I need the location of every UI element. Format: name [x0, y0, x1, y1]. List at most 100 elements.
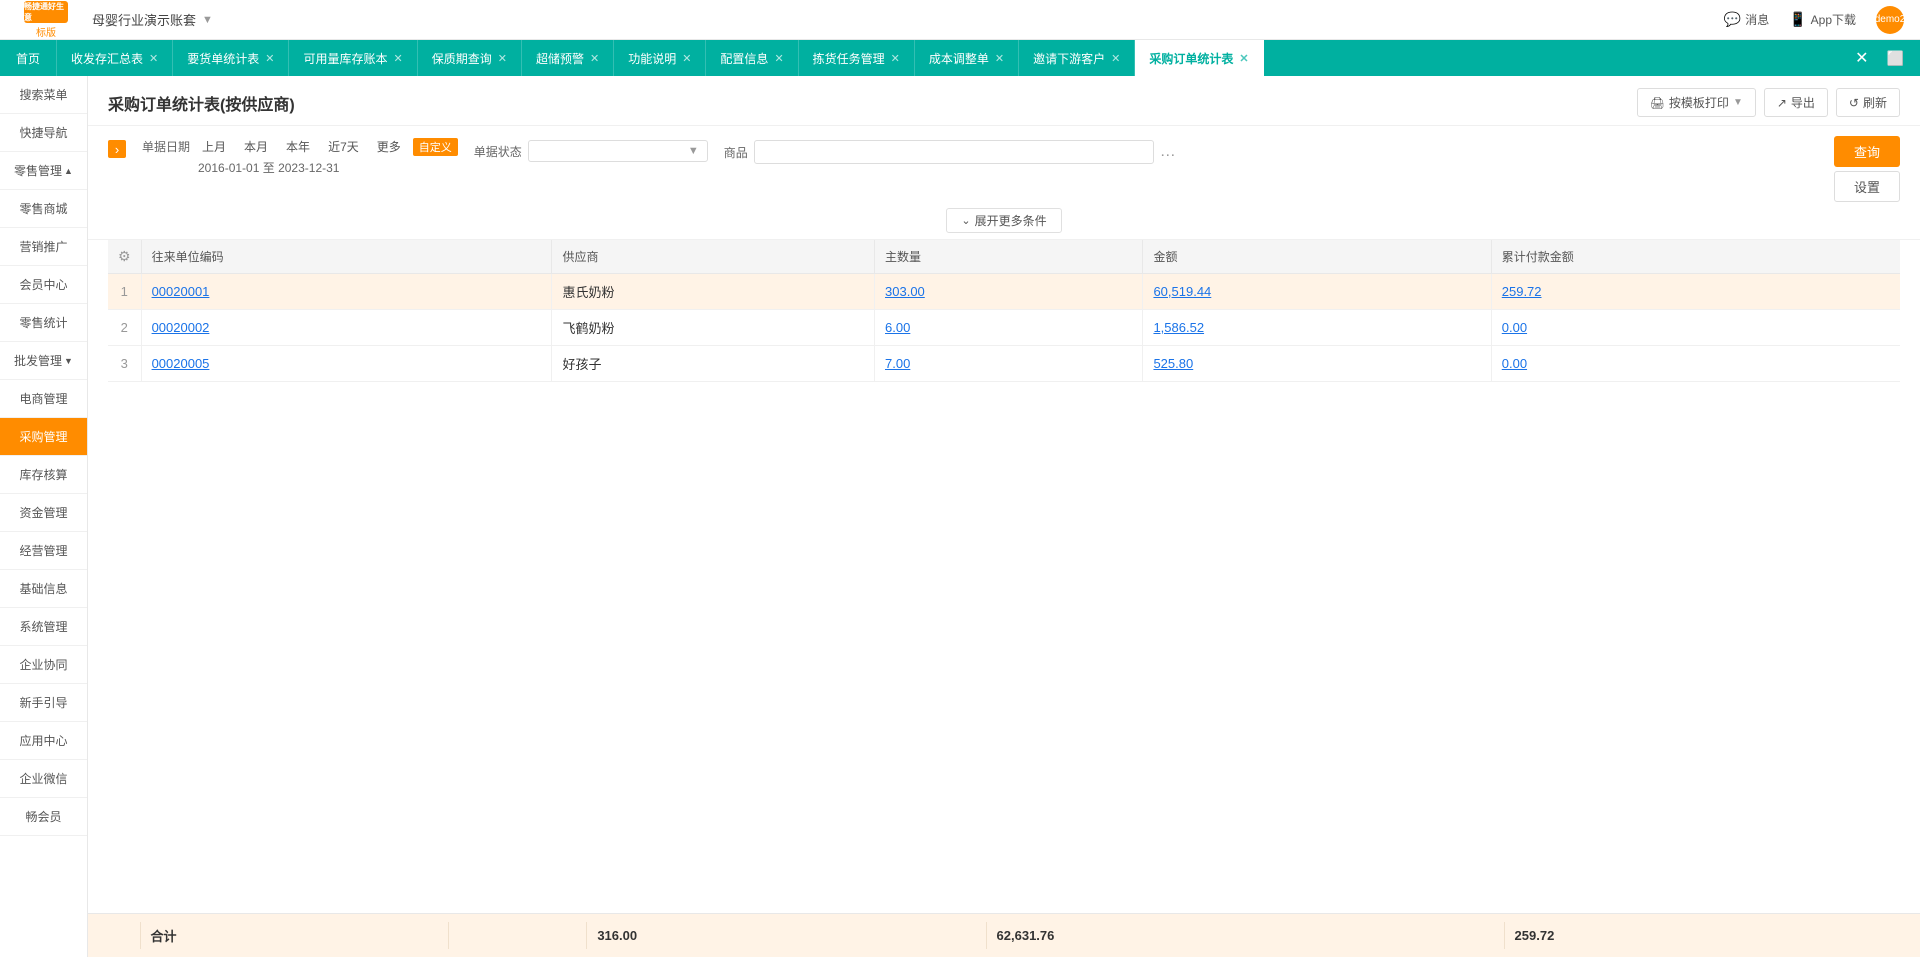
tab-gongneng[interactable]: 功能说明 ✕ — [614, 40, 706, 76]
date-this-year-btn[interactable]: 本年 — [280, 136, 316, 157]
tab-yaohuo[interactable]: 要货单统计表 ✕ — [173, 40, 289, 76]
tab-close-icon[interactable]: ✕ — [394, 52, 403, 65]
tab-caigou-active[interactable]: 采购订单统计表 ✕ — [1135, 40, 1263, 76]
logo-version: 标版 — [36, 24, 56, 39]
refresh-btn[interactable]: ↺ 刷新 — [1836, 88, 1900, 117]
print-btn[interactable]: 🖨 按模板打印 ▼ — [1637, 88, 1756, 117]
sidebar-item-appcenter[interactable]: 应用中心 — [0, 722, 87, 760]
date-filter: 单据日期 上月 本月 本年 近7天 更多 自定义 2016-01-01 至 20… — [142, 136, 458, 176]
sidebar-item-retail-stats[interactable]: 零售统计 — [0, 304, 87, 342]
col-supplier-header: 供应商 — [552, 240, 875, 274]
sidebar-item-search[interactable]: 搜索菜单 — [0, 76, 87, 114]
query-btn[interactable]: 查询 — [1834, 136, 1900, 167]
tab-jianhuo[interactable]: 拣货任务管理 ✕ — [799, 40, 915, 76]
date-last-month-btn[interactable]: 上月 — [196, 136, 232, 157]
tab-close-icon[interactable]: ✕ — [590, 52, 599, 65]
tab-close-icon[interactable]: ✕ — [774, 52, 783, 65]
dropdown-icon: ▼ — [1733, 97, 1743, 108]
settings-icon[interactable]: ⚙ — [118, 248, 131, 264]
date-custom-badge[interactable]: 自定义 — [413, 138, 458, 156]
row-amount[interactable]: 60,519.44 — [1143, 274, 1491, 310]
tab-close-icon[interactable]: ✕ — [1111, 52, 1120, 65]
tab-close-icon[interactable]: ✕ — [498, 52, 507, 65]
sidebar-item-purchase[interactable]: 采购管理 — [0, 418, 87, 456]
col-amount-header: 金额 — [1143, 240, 1491, 274]
sidebar-item-marketing[interactable]: 营销推广 — [0, 228, 87, 266]
message-btn[interactable]: 💬 消息 — [1724, 11, 1769, 28]
sidebar-item-changhui[interactable]: 畅会员 — [0, 798, 87, 836]
sidebar-item-member[interactable]: 会员中心 — [0, 266, 87, 304]
tab-keyongliang[interactable]: 可用量库存账本 ✕ — [289, 40, 417, 76]
org-dropdown-icon: ▼ — [202, 14, 213, 26]
sidebar-item-capital[interactable]: 资金管理 — [0, 494, 87, 532]
filter-toggle-btn[interactable]: › — [108, 140, 126, 158]
row-code[interactable]: 00020002 — [141, 310, 552, 346]
date-7days-btn[interactable]: 近7天 — [322, 136, 365, 157]
sidebar: 搜索菜单 快捷导航 零售管理 ▲ 零售商城 营销推广 会员中心 零售统计 批发管… — [0, 76, 88, 957]
row-amount[interactable]: 1,586.52 — [1143, 310, 1491, 346]
tab-chaochuyujing[interactable]: 超储预警 ✕ — [522, 40, 614, 76]
tab-close-icon[interactable]: ✕ — [265, 52, 274, 65]
row-amount[interactable]: 525.80 — [1143, 346, 1491, 382]
tab-baozhi[interactable]: 保质期查询 ✕ — [418, 40, 522, 76]
row-paid[interactable]: 0.00 — [1491, 310, 1900, 346]
footer-amount: 62,631.76 — [986, 922, 1504, 949]
chevron-right-icon: › — [115, 142, 119, 157]
row-supplier: 飞鹤奶粉 — [552, 310, 875, 346]
sidebar-item-retail-shop[interactable]: 零售商城 — [0, 190, 87, 228]
app-download-label: App下载 — [1811, 11, 1856, 28]
tab-close-icon[interactable]: ✕ — [995, 52, 1004, 65]
sidebar-item-enterprise[interactable]: 企业协同 — [0, 646, 87, 684]
settings-btn[interactable]: 设置 — [1834, 171, 1900, 202]
row-paid[interactable]: 259.72 — [1491, 274, 1900, 310]
row-code[interactable]: 00020001 — [141, 274, 552, 310]
app-download-btn[interactable]: 📱 App下载 — [1789, 11, 1856, 28]
tab-chengben[interactable]: 成本调整单 ✕ — [915, 40, 1019, 76]
export-btn[interactable]: ↗ 导出 — [1764, 88, 1828, 117]
goods-more-icon[interactable]: … — [1160, 143, 1176, 161]
tab-close-icon[interactable]: ✕ — [682, 52, 691, 65]
chevron-down-icon: ⌄ — [961, 214, 970, 227]
sidebar-item-quicknav[interactable]: 快捷导航 — [0, 114, 87, 152]
sidebar-item-wechat[interactable]: 企业微信 — [0, 760, 87, 798]
status-select[interactable]: ▼ — [528, 140, 708, 162]
logo-area: 畅捷通好生意 标版 — [16, 1, 76, 39]
org-selector[interactable]: 母婴行业演示账套 ▼ — [92, 10, 213, 29]
expand-more-btn[interactable]: ⌄ 展开更多条件 — [946, 208, 1061, 233]
footer-label: 合计 — [140, 922, 449, 949]
tab-home[interactable]: 首页 — [0, 40, 57, 76]
goods-input[interactable] — [754, 140, 1154, 164]
sidebar-item-wholesale[interactable]: 批发管理 ▼ — [0, 342, 87, 380]
row-quantity[interactable]: 6.00 — [875, 310, 1143, 346]
user-area[interactable]: demo2 — [1876, 6, 1904, 34]
chevron-up-icon: ▲ — [64, 166, 73, 176]
tab-close-icon[interactable]: ✕ — [891, 52, 900, 65]
tab-close-icon[interactable]: ✕ — [149, 52, 158, 65]
date-more-btn[interactable]: 更多 — [371, 136, 407, 157]
col-code-header: 往来单位编码 — [141, 240, 552, 274]
row-num: 2 — [108, 310, 141, 346]
sidebar-item-operations[interactable]: 经营管理 — [0, 532, 87, 570]
row-quantity[interactable]: 303.00 — [875, 274, 1143, 310]
goods-filter: 商品 … — [724, 140, 1818, 164]
row-paid[interactable]: 0.00 — [1491, 346, 1900, 382]
col-quantity-header: 主数量 — [875, 240, 1143, 274]
sidebar-item-system[interactable]: 系统管理 — [0, 608, 87, 646]
tab-shoufacun[interactable]: 收发存汇总表 ✕ — [57, 40, 173, 76]
org-name: 母婴行业演示账套 — [92, 10, 196, 29]
nav-close-btn[interactable]: ✕ — [1847, 46, 1876, 70]
row-code[interactable]: 00020005 — [141, 346, 552, 382]
sidebar-item-basic-info[interactable]: 基础信息 — [0, 570, 87, 608]
tab-close-icon-active[interactable]: ✕ — [1239, 52, 1248, 65]
chevron-down-icon: ▼ — [64, 356, 73, 366]
sidebar-item-ecommerce[interactable]: 电商管理 — [0, 380, 87, 418]
date-this-month-btn[interactable]: 本月 — [238, 136, 274, 157]
sidebar-item-retail-mgmt[interactable]: 零售管理 ▲ — [0, 152, 87, 190]
tab-peizhi[interactable]: 配置信息 ✕ — [706, 40, 798, 76]
col-paid-header: 累计付款金额 — [1491, 240, 1900, 274]
tab-yaoqing[interactable]: 邀请下游客户 ✕ — [1019, 40, 1135, 76]
sidebar-item-inventory[interactable]: 库存核算 — [0, 456, 87, 494]
nav-maximize-btn[interactable]: ⬜ — [1879, 48, 1912, 69]
row-quantity[interactable]: 7.00 — [875, 346, 1143, 382]
sidebar-item-guide[interactable]: 新手引导 — [0, 684, 87, 722]
